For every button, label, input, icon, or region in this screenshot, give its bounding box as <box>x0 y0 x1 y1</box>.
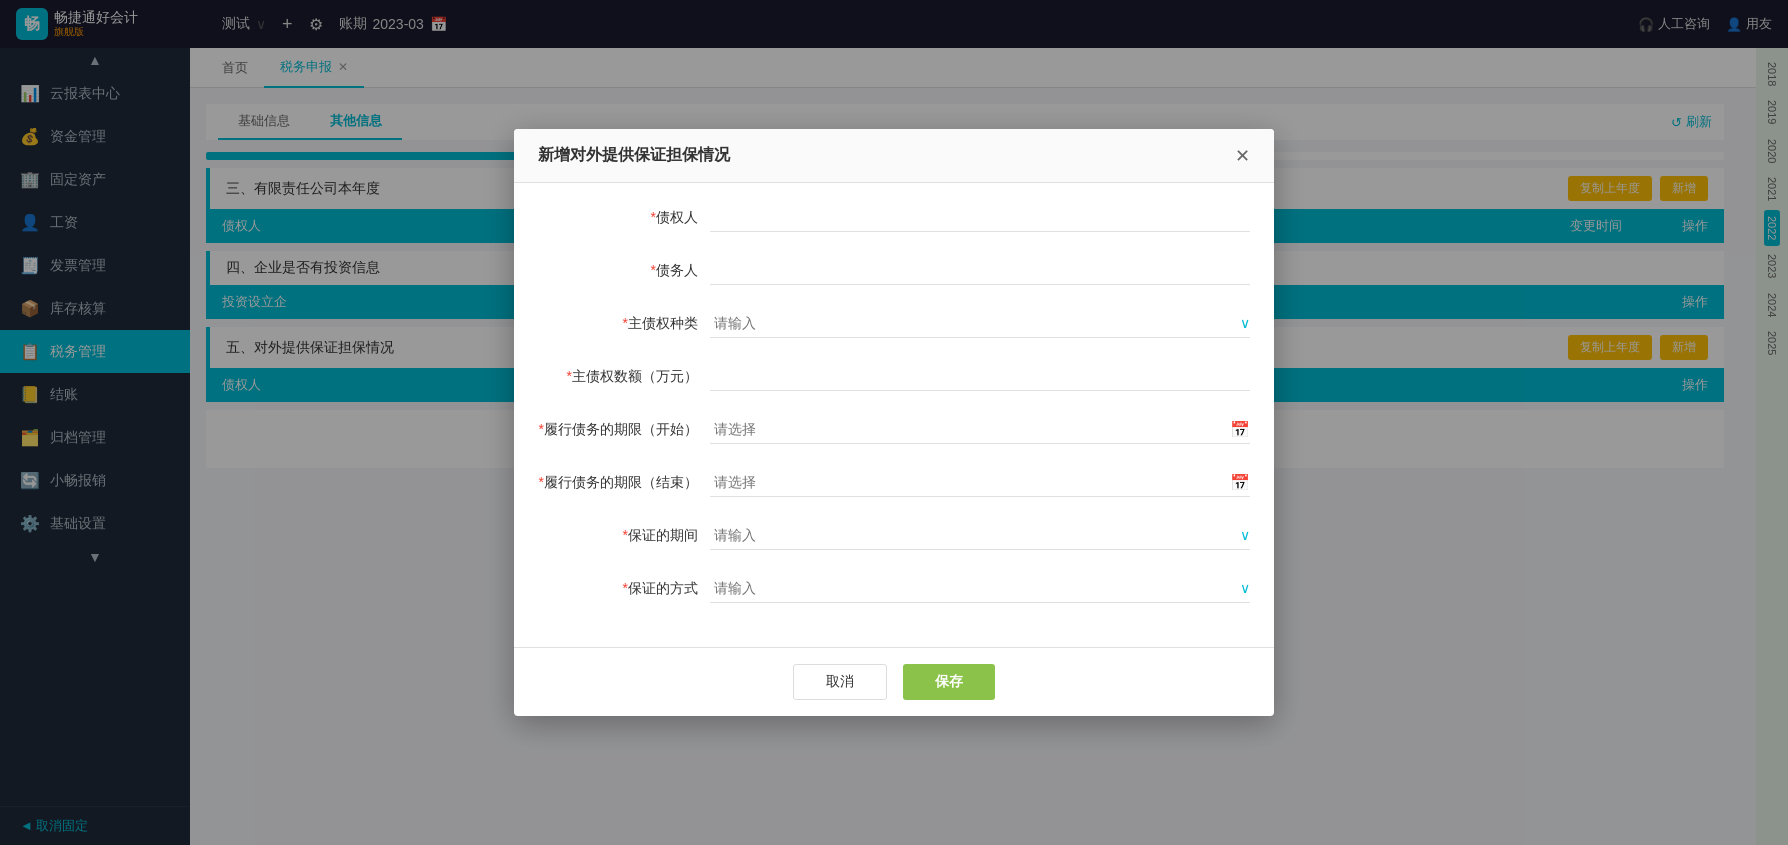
label-debt-amount: *主债权数额（万元） <box>538 368 698 386</box>
chevron-down-icon-debt-type[interactable]: ∨ <box>1240 315 1250 331</box>
input-creditor[interactable] <box>710 203 1250 232</box>
form-row-period-start: *履行债务的期限（开始） 📅 <box>538 415 1250 444</box>
input-debt-type[interactable] <box>710 309 1240 337</box>
chevron-down-icon-guarantee-period[interactable]: ∨ <box>1240 527 1250 543</box>
calendar-icon-period-end[interactable]: 📅 <box>1230 473 1250 492</box>
input-period-start[interactable] <box>710 415 1230 443</box>
label-guarantee-method: *保证的方式 <box>538 580 698 598</box>
form-row-debt-type: *主债权种类 ∨ <box>538 309 1250 338</box>
modal-overlay: 新增对外提供保证担保情况 ✕ *债权人 *债务人 *主债权种类 <box>0 0 1788 845</box>
input-debt-amount[interactable] <box>710 362 1250 391</box>
input-debtor[interactable] <box>710 256 1250 285</box>
form-row-creditor: *债权人 <box>538 203 1250 232</box>
label-creditor: *债权人 <box>538 209 698 227</box>
input-guarantee-method[interactable] <box>710 574 1240 602</box>
chevron-down-icon-guarantee-method[interactable]: ∨ <box>1240 580 1250 596</box>
date-wrapper-period-end: 📅 <box>710 468 1250 497</box>
form-row-guarantee-period: *保证的期间 ∨ <box>538 521 1250 550</box>
save-button[interactable]: 保存 <box>903 664 995 700</box>
cancel-button[interactable]: 取消 <box>793 664 887 700</box>
date-wrapper-period-start: 📅 <box>710 415 1250 444</box>
calendar-icon-period-start[interactable]: 📅 <box>1230 420 1250 439</box>
input-period-end[interactable] <box>710 468 1230 496</box>
label-period-end: *履行债务的期限（结束） <box>538 474 698 492</box>
modal-close-button[interactable]: ✕ <box>1235 147 1250 165</box>
select-wrapper-debt-type: ∨ <box>710 309 1250 338</box>
input-guarantee-period[interactable] <box>710 521 1240 549</box>
modal-header: 新增对外提供保证担保情况 ✕ <box>514 129 1274 183</box>
modal-footer: 取消 保存 <box>514 647 1274 716</box>
modal-dialog: 新增对外提供保证担保情况 ✕ *债权人 *债务人 *主债权种类 <box>514 129 1274 716</box>
form-row-period-end: *履行债务的期限（结束） 📅 <box>538 468 1250 497</box>
modal-title: 新增对外提供保证担保情况 <box>538 145 730 166</box>
form-row-guarantee-method: *保证的方式 ∨ <box>538 574 1250 603</box>
label-guarantee-period: *保证的期间 <box>538 527 698 545</box>
label-period-start: *履行债务的期限（开始） <box>538 421 698 439</box>
select-wrapper-guarantee-method: ∨ <box>710 574 1250 603</box>
modal-body: *债权人 *债务人 *主债权种类 ∨ <box>514 183 1274 647</box>
label-debtor: *债务人 <box>538 262 698 280</box>
form-row-debt-amount: *主债权数额（万元） <box>538 362 1250 391</box>
form-row-debtor: *债务人 <box>538 256 1250 285</box>
select-wrapper-guarantee-period: ∨ <box>710 521 1250 550</box>
label-debt-type: *主债权种类 <box>538 315 698 333</box>
